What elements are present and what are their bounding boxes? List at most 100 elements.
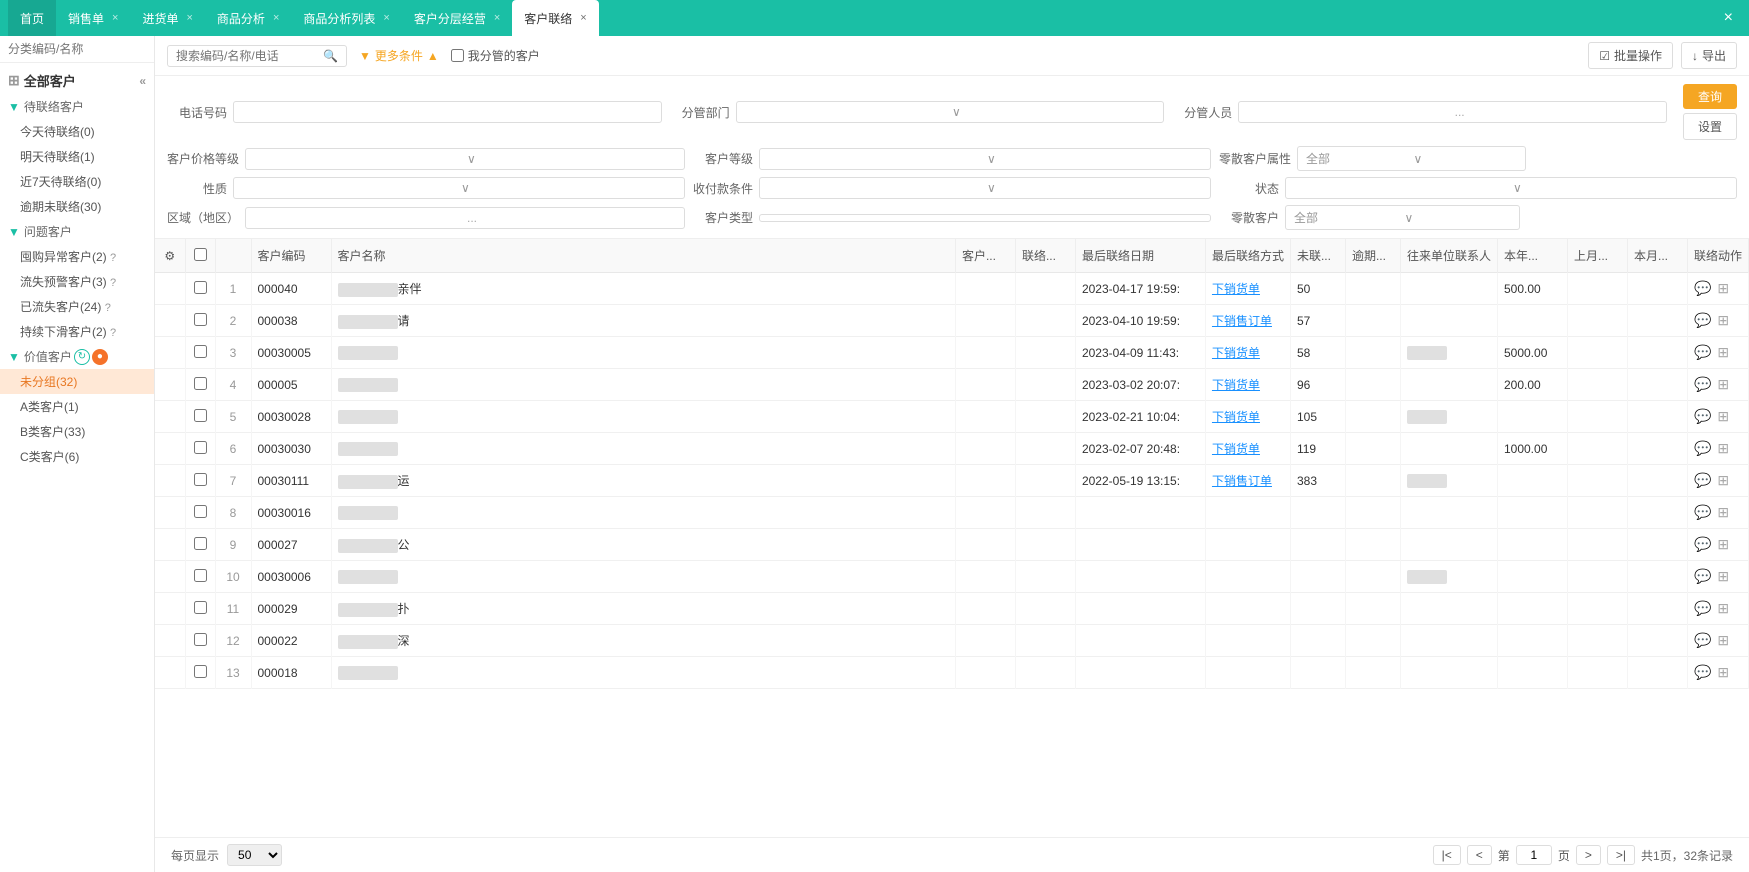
sidebar-item-ungroup[interactable]: 未分组(32) [0,369,154,394]
chat-icon[interactable]: 💬 [1694,344,1711,361]
grid-action-icon[interactable]: ⊞ [1717,504,1729,521]
th-check[interactable] [185,239,215,273]
sidebar-item-hoard[interactable]: 囤购异常客户(2) ? [0,244,154,269]
grid-action-icon[interactable]: ⊞ [1717,312,1729,329]
td-check[interactable] [185,625,215,657]
lastway-link[interactable]: 下销货单 [1212,346,1260,360]
th-type[interactable]: 客户... [955,239,1015,273]
sidebar-item-overdue[interactable]: 逾期未联络(30) [0,194,154,219]
row-checkbox[interactable] [194,377,207,390]
nav-goods-list[interactable]: 商品分析列表 × [291,0,401,36]
first-page-btn[interactable]: |< [1433,845,1461,865]
row-checkbox[interactable] [194,409,207,422]
price-level-select[interactable]: ∨ [245,148,685,170]
row-checkbox[interactable] [194,281,207,294]
td-lastway[interactable] [1205,561,1290,593]
row-checkbox[interactable] [194,569,207,582]
lastway-link[interactable]: 下销货单 [1212,282,1260,296]
customer-level-select[interactable]: ∨ [759,148,1211,170]
th-thisyear[interactable]: 本年... [1497,239,1567,273]
td-lastway[interactable]: 下销货单 [1205,337,1290,369]
sidebar-item-decline[interactable]: 持续下滑客户(2) ? [0,319,154,344]
th-contact[interactable]: 联络... [1015,239,1075,273]
th-overdue[interactable]: 逾期... [1345,239,1400,273]
row-checkbox[interactable] [194,313,207,326]
th-code[interactable]: 客户编码 [251,239,331,273]
status-select[interactable]: ∨ [1285,177,1737,199]
th-contacts[interactable]: 往来单位联系人 [1400,239,1497,273]
nav-goods-list-close[interactable]: × [383,12,389,24]
sidebar-item-lost-warn[interactable]: 流失预警客户(3) ? [0,269,154,294]
th-gear[interactable]: ⚙ [155,239,185,273]
nav-sale-close[interactable]: × [112,12,118,24]
nature-select[interactable]: ∨ [233,177,685,199]
td-lastway[interactable]: 下销售订单 [1205,465,1290,497]
chat-icon[interactable]: 💬 [1694,472,1711,489]
grid-action-icon[interactable]: ⊞ [1717,376,1729,393]
row-checkbox[interactable] [194,505,207,518]
lastway-link[interactable]: 下销售订单 [1212,474,1272,488]
nav-sale[interactable]: 销售单 × [56,0,130,36]
sidebar-section-value[interactable]: ▼ 价值客户 ↻ ● [0,344,154,369]
row-checkbox[interactable] [194,633,207,646]
th-lastmonth[interactable]: 上月... [1567,239,1627,273]
sidebar-item-c-class[interactable]: C类客户(6) [0,444,154,469]
lastway-link[interactable]: 下销货单 [1212,410,1260,424]
td-check[interactable] [185,497,215,529]
pay-terms-select[interactable]: ∨ [759,177,1211,199]
grid-action-icon[interactable]: ⊞ [1717,472,1729,489]
grid-action-icon[interactable]: ⊞ [1717,344,1729,361]
sidebar-item-a-class[interactable]: A类客户(1) [0,394,154,419]
row-checkbox[interactable] [194,601,207,614]
td-check[interactable] [185,561,215,593]
th-thismonth[interactable]: 本月... [1627,239,1687,273]
nav-customer-contact[interactable]: 客户联络 × [512,0,598,36]
retail-attr-select[interactable]: 全部 ∨ [1297,146,1526,171]
dept-select[interactable]: ∨ [736,101,1165,123]
chat-icon[interactable]: 💬 [1694,632,1711,649]
td-lastway[interactable]: 下销货单 [1205,401,1290,433]
sidebar-item-today[interactable]: 今天待联络(0) [0,119,154,144]
chat-icon[interactable]: 💬 [1694,376,1711,393]
td-check[interactable] [185,465,215,497]
filter-search-icon[interactable]: 🔍 [323,49,338,63]
next-page-btn[interactable]: > [1576,845,1601,865]
nav-purchase-close[interactable]: × [186,12,192,24]
filter-my-customers[interactable]: 我分管的客户 [451,47,540,64]
grid-action-icon[interactable]: ⊞ [1717,408,1729,425]
td-lastway[interactable]: 下销货单 [1205,433,1290,465]
td-lastway[interactable]: 下销货单 [1205,369,1290,401]
query-btn[interactable]: 查询 [1683,84,1737,109]
chat-icon[interactable]: 💬 [1694,664,1711,681]
grid-action-icon[interactable]: ⊞ [1717,632,1729,649]
chat-icon[interactable]: 💬 [1694,568,1711,585]
grid-action-icon[interactable]: ⊞ [1717,440,1729,457]
row-checkbox[interactable] [194,441,207,454]
td-lastway[interactable] [1205,625,1290,657]
nav-customer-tier-close[interactable]: × [494,12,500,24]
person-select[interactable]: ... [1238,101,1667,123]
filter-more-btn[interactable]: ▼ 更多条件 ▲ [359,47,439,64]
td-check[interactable] [185,433,215,465]
th-action[interactable]: 联络动作 [1687,239,1748,273]
sidebar-item-lost[interactable]: 已流失客户(24) ? [0,294,154,319]
nav-customer-tier[interactable]: 客户分层经营 × [402,0,512,36]
td-lastway[interactable] [1205,497,1290,529]
reset-btn[interactable]: 设置 [1683,113,1737,140]
lastway-link[interactable]: 下销货单 [1212,378,1260,392]
td-check[interactable] [185,401,215,433]
chat-icon[interactable]: 💬 [1694,280,1711,297]
row-checkbox[interactable] [194,345,207,358]
nav-customer-contact-close[interactable]: × [580,12,586,24]
td-lastway[interactable] [1205,529,1290,561]
sidebar-search-input[interactable] [8,42,155,56]
nav-goods-analysis-close[interactable]: × [273,12,279,24]
nav-home[interactable]: 首页 [8,0,56,36]
lastway-link[interactable]: 下销售订单 [1212,314,1272,328]
sidebar-section-pending[interactable]: ▼ 待联络客户 [0,94,154,119]
th-notcon[interactable]: 未联... [1290,239,1345,273]
chat-icon[interactable]: 💬 [1694,312,1711,329]
row-checkbox[interactable] [194,665,207,678]
sidebar-item-week[interactable]: 近7天待联络(0) [0,169,154,194]
td-lastway[interactable]: 下销货单 [1205,273,1290,305]
